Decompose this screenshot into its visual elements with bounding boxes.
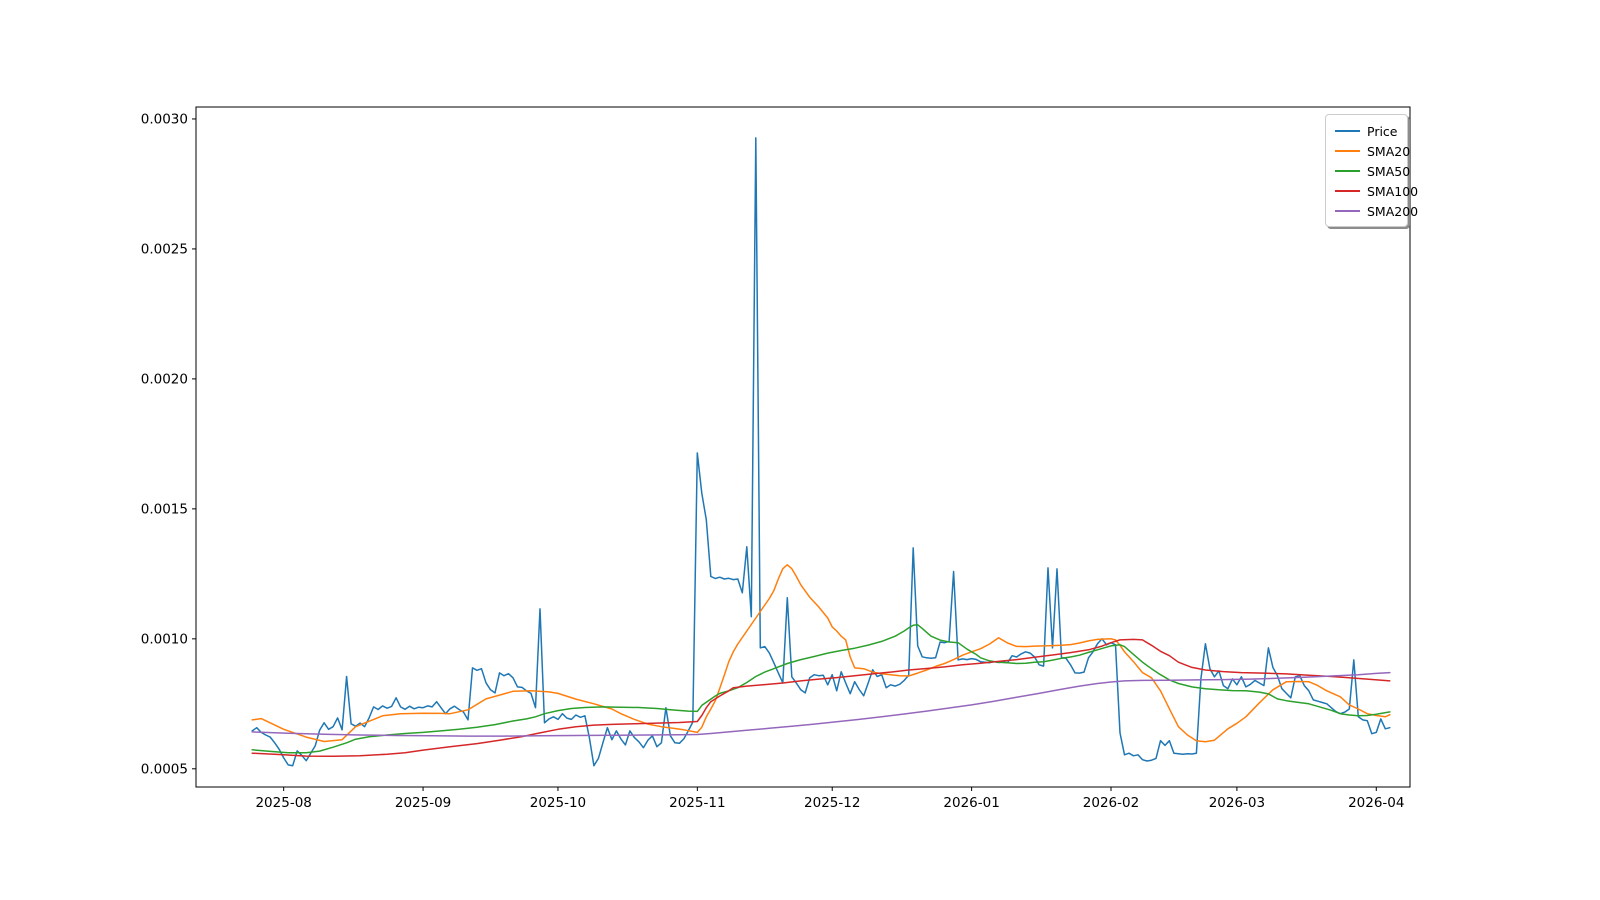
legend-line-sample-sma20 [1335,150,1360,152]
legend-label-sma50: SMA50 [1367,163,1411,179]
x-tick-label: 2025-09 [395,795,451,811]
legend-line-sample-price [1335,130,1360,132]
legend-line-sample-sma200 [1335,210,1360,212]
x-tick-label: 2026-02 [1083,795,1139,811]
series-line-sma20 [251,564,1391,743]
legend-item-price: Price [1326,121,1407,141]
price-sma-chart: 2025-08 2025-09 2025-10 2025-11 2025-12 2026-… [0,0,1600,900]
series-line-sma100 [251,638,1391,758]
y-tick-label: 0.0010 [141,631,188,647]
y-tick-label: 0.0025 [141,241,188,257]
legend-item-sma200: SMA200 [1326,201,1418,221]
y-tick-label: 0.0020 [141,371,188,387]
legend: Price SMA20 SMA50 SMA100 SMA200 [1325,114,1418,227]
legend-line-sample-sma50 [1335,170,1360,172]
x-tick-label: 2026-04 [1348,795,1404,811]
x-tick-label: 2025-11 [669,795,725,811]
y-tick-label: 0.0030 [141,111,188,127]
legend-label-sma200: SMA200 [1367,203,1419,219]
legend-label-price: Price [1367,123,1398,139]
legend-item-sma50: SMA50 [1326,161,1411,181]
x-tick-label: 2026-03 [1209,795,1265,811]
y-tick-label: 0.0015 [141,501,188,517]
series-line-sma50 [251,624,1391,754]
x-tick-label: 2026-01 [943,795,999,811]
legend-line-sample-sma100 [1335,190,1360,192]
x-tick-label: 2025-08 [255,795,311,811]
legend-label-sma100: SMA100 [1367,183,1419,199]
x-tick-label: 2025-10 [530,795,586,811]
y-tick-label: 0.0005 [141,761,188,777]
x-tick-label: 2025-12 [804,795,860,811]
legend-label-sma20: SMA20 [1367,143,1411,159]
plot-area-border [195,106,1411,788]
legend-item-sma20: SMA20 [1326,141,1411,161]
series-line-sma200 [251,671,1391,737]
legend-item-sma100: SMA100 [1326,181,1418,201]
